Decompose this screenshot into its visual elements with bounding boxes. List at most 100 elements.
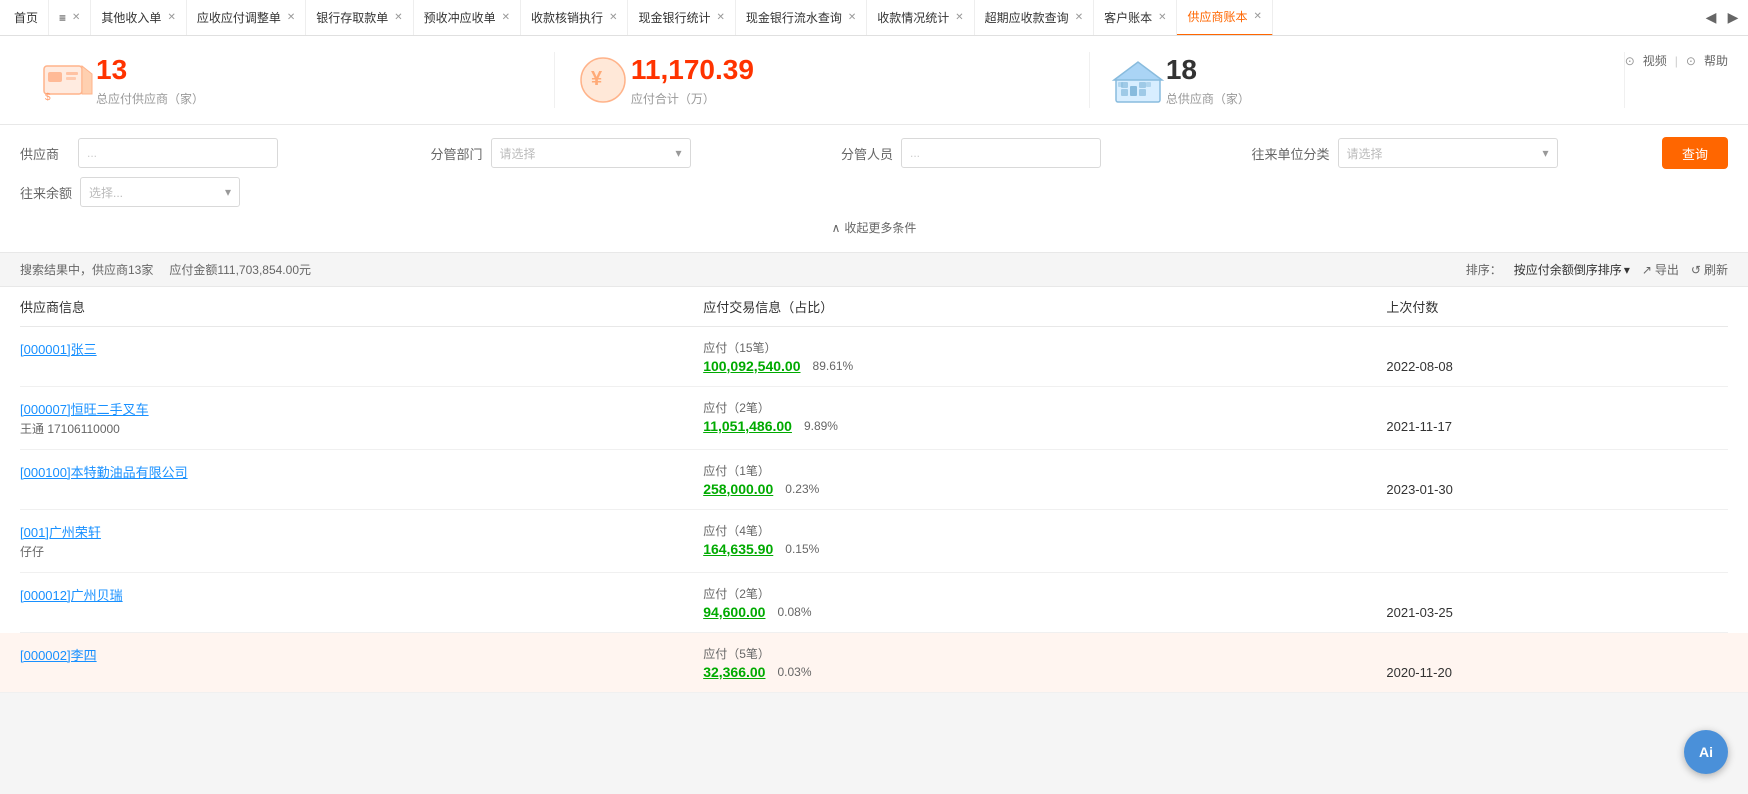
nav-tab-overdue[interactable]: 超期应收款查询 ✕	[975, 0, 1094, 36]
nav-tab-other-income[interactable]: 其他收入单 ✕	[91, 0, 186, 36]
supplier-link-4[interactable]: [001]广州荣轩	[20, 525, 101, 540]
balance-filter-label: 往来余额	[20, 183, 72, 202]
collection-close[interactable]: ✕	[609, 12, 617, 23]
payable-label-2: 应付（2笔）	[703, 399, 1386, 416]
collapse-button[interactable]: ∧ 收起更多条件	[820, 215, 929, 240]
home-label: 首页	[14, 9, 38, 26]
payable-amount-5[interactable]: 94,600.00	[703, 604, 765, 620]
results-amount-text: 应付金额111,703,854.00元	[169, 261, 311, 278]
payable-amount-2[interactable]: 11,051,486.00	[703, 418, 792, 434]
nav-tab-bank[interactable]: 银行存取款单 ✕	[306, 0, 413, 36]
summary-card-total-suppliers: 18 总供应商（家）	[1090, 52, 1625, 108]
receipt-stat-label: 收款情况统计	[877, 9, 949, 26]
supplier-link-3[interactable]: [000100]本特勤油品有限公司	[20, 465, 188, 480]
ai-label: Ai	[1699, 744, 1713, 760]
supplier-link-6[interactable]: [000002]李四	[20, 648, 97, 663]
summary-content-2: 11,170.39 应付合计（万）	[631, 54, 754, 107]
table-header: 供应商信息 应付交易信息（占比） 上次付数	[20, 287, 1728, 327]
overdue-label: 超期应收款查询	[985, 9, 1069, 26]
nav-tab-collection[interactable]: 收款核销执行 ✕	[521, 0, 628, 36]
video-link[interactable]: 视频	[1643, 52, 1667, 69]
payable-label-1: 应付（15笔）	[703, 339, 1386, 356]
other-income-close[interactable]: ✕	[167, 12, 175, 23]
payable-amount-3[interactable]: 258,000.00	[703, 481, 773, 497]
help-link[interactable]: 帮助	[1704, 52, 1728, 69]
supplier-filter-label: 供应商	[20, 144, 70, 163]
supplier-input[interactable]: ...	[78, 138, 278, 168]
receipt-stat-close[interactable]: ✕	[955, 12, 963, 23]
payable-label-6: 应付（5笔）	[703, 645, 1386, 662]
payable-info-3: 应付（1笔） 258,000.00 0.23%	[703, 462, 1386, 497]
payable-info-6: 应付（5笔） 32,366.00 0.03%	[703, 645, 1386, 680]
summary-content-1: 13 总应付供应商（家）	[96, 54, 204, 107]
total-suppliers-label: 总供应商（家）	[1166, 90, 1250, 107]
dept-select[interactable]: 请选择 ▾	[491, 138, 691, 168]
refresh-button[interactable]: ↺ 刷新	[1691, 261, 1728, 278]
supplier-ledger-close[interactable]: ✕	[1254, 11, 1262, 22]
prepay-close[interactable]: ✕	[502, 12, 510, 23]
table-row: [000012]广州贝瑞 应付（2笔） 94,600.00 0.08% 2021…	[20, 573, 1728, 633]
sort-arrow-icon: ▾	[1624, 263, 1630, 277]
collapse-label: 收起更多条件	[844, 219, 916, 236]
export-button[interactable]: ↗ 导出	[1642, 261, 1679, 278]
last-payment-3: 2023-01-30	[1386, 462, 1728, 497]
supplier-info-1: [000001]张三	[20, 339, 703, 374]
balance-select[interactable]: 选择... ▾	[80, 177, 240, 207]
results-info: 搜索结果中，供应商13家 应付金额111,703,854.00元	[20, 261, 311, 278]
circle-play-icon: ⊙	[1625, 54, 1635, 68]
sort-select[interactable]: 按应付余额倒序排序 ▾	[1514, 261, 1630, 278]
balance-placeholder: 选择...	[89, 184, 123, 201]
payable-suppliers-value: 13	[96, 54, 204, 86]
header-last-payment: 上次付数	[1386, 297, 1728, 316]
supplier-info-3: [000100]本特勤油品有限公司	[20, 462, 703, 497]
payable-amount-4[interactable]: 164,635.90	[703, 541, 773, 557]
adjustment-close[interactable]: ✕	[287, 12, 295, 23]
nav-tab-home[interactable]: 首页	[4, 0, 49, 36]
dept-arrow-icon: ▾	[675, 146, 681, 160]
nav-tab-menu[interactable]: ≡ ✕	[49, 0, 91, 36]
supplier-info-2: [000007]恒旺二手叉车 王通 17106110000	[20, 399, 703, 437]
ai-assistant-button[interactable]: Ai	[1684, 730, 1728, 774]
top-navigation: 首页 ≡ ✕ 其他收入单 ✕ 应收应付调整单 ✕ 银行存取款单 ✕ 预收冲应收单…	[0, 0, 1748, 36]
supplier-sub-4: 仔仔	[20, 543, 703, 560]
cash-stat-label: 现金银行统计	[638, 9, 710, 26]
customer-ledger-close[interactable]: ✕	[1158, 12, 1166, 23]
last-payment-2: 2021-11-17	[1386, 399, 1728, 437]
payable-amount-1[interactable]: 100,092,540.00	[703, 358, 800, 374]
last-payment-1: 2022-08-08	[1386, 339, 1728, 374]
menu-close-icon[interactable]: ✕	[72, 12, 80, 23]
nav-next-button[interactable]: ▶	[1722, 0, 1744, 36]
nav-tab-prepay[interactable]: 预收冲应收单 ✕	[414, 0, 521, 36]
nav-prev-button[interactable]: ◀	[1700, 0, 1722, 36]
menu-icon: ≡	[59, 11, 66, 25]
total-payable-value: 11,170.39	[631, 54, 754, 86]
payable-percent-6: 0.03%	[777, 665, 811, 679]
nav-tab-cash-flow[interactable]: 现金银行流水查询 ✕	[736, 0, 867, 36]
total-payable-label: 应付合计（万）	[631, 90, 754, 107]
total-payable-icon: ¥	[575, 52, 631, 108]
bank-close[interactable]: ✕	[394, 12, 402, 23]
filter-area: 供应商 ... 分管部门 请选择 ▾ 分管人员 ... 往来单位分类 请选择 ▾	[0, 125, 1748, 253]
cash-flow-close[interactable]: ✕	[848, 12, 856, 23]
manager-input[interactable]: ...	[901, 138, 1101, 168]
nav-tab-adjustment[interactable]: 应收应付调整单 ✕	[187, 0, 306, 36]
nav-tab-cash-stat[interactable]: 现金银行统计 ✕	[628, 0, 735, 36]
supplier-link-1[interactable]: [000001]张三	[20, 342, 97, 357]
payable-amount-6[interactable]: 32,366.00	[703, 664, 765, 680]
sort-value: 按应付余额倒序排序	[1514, 261, 1622, 278]
supplier-link-5[interactable]: [000012]广州贝瑞	[20, 588, 123, 603]
header-payable-info: 应付交易信息（占比）	[703, 297, 1386, 316]
category-select[interactable]: 请选择 ▾	[1338, 138, 1558, 168]
nav-tab-supplier-ledger[interactable]: 供应商账本 ✕	[1177, 0, 1272, 36]
link-separator: |	[1675, 54, 1678, 68]
nav-tab-customer-ledger[interactable]: 客户账本 ✕	[1094, 0, 1177, 36]
top-right-links: ⊙ 视频 | ⊙ 帮助	[1625, 52, 1728, 69]
cash-stat-close[interactable]: ✕	[716, 12, 724, 23]
search-button[interactable]: 查询	[1662, 137, 1728, 169]
overdue-close[interactable]: ✕	[1075, 12, 1083, 23]
nav-tab-receipt-stat[interactable]: 收款情况统计 ✕	[867, 0, 974, 36]
total-suppliers-icon	[1110, 52, 1166, 108]
customer-ledger-label: 客户账本	[1104, 9, 1152, 26]
supplier-link-2[interactable]: [000007]恒旺二手叉车	[20, 402, 149, 417]
svg-text:$: $	[45, 92, 51, 103]
